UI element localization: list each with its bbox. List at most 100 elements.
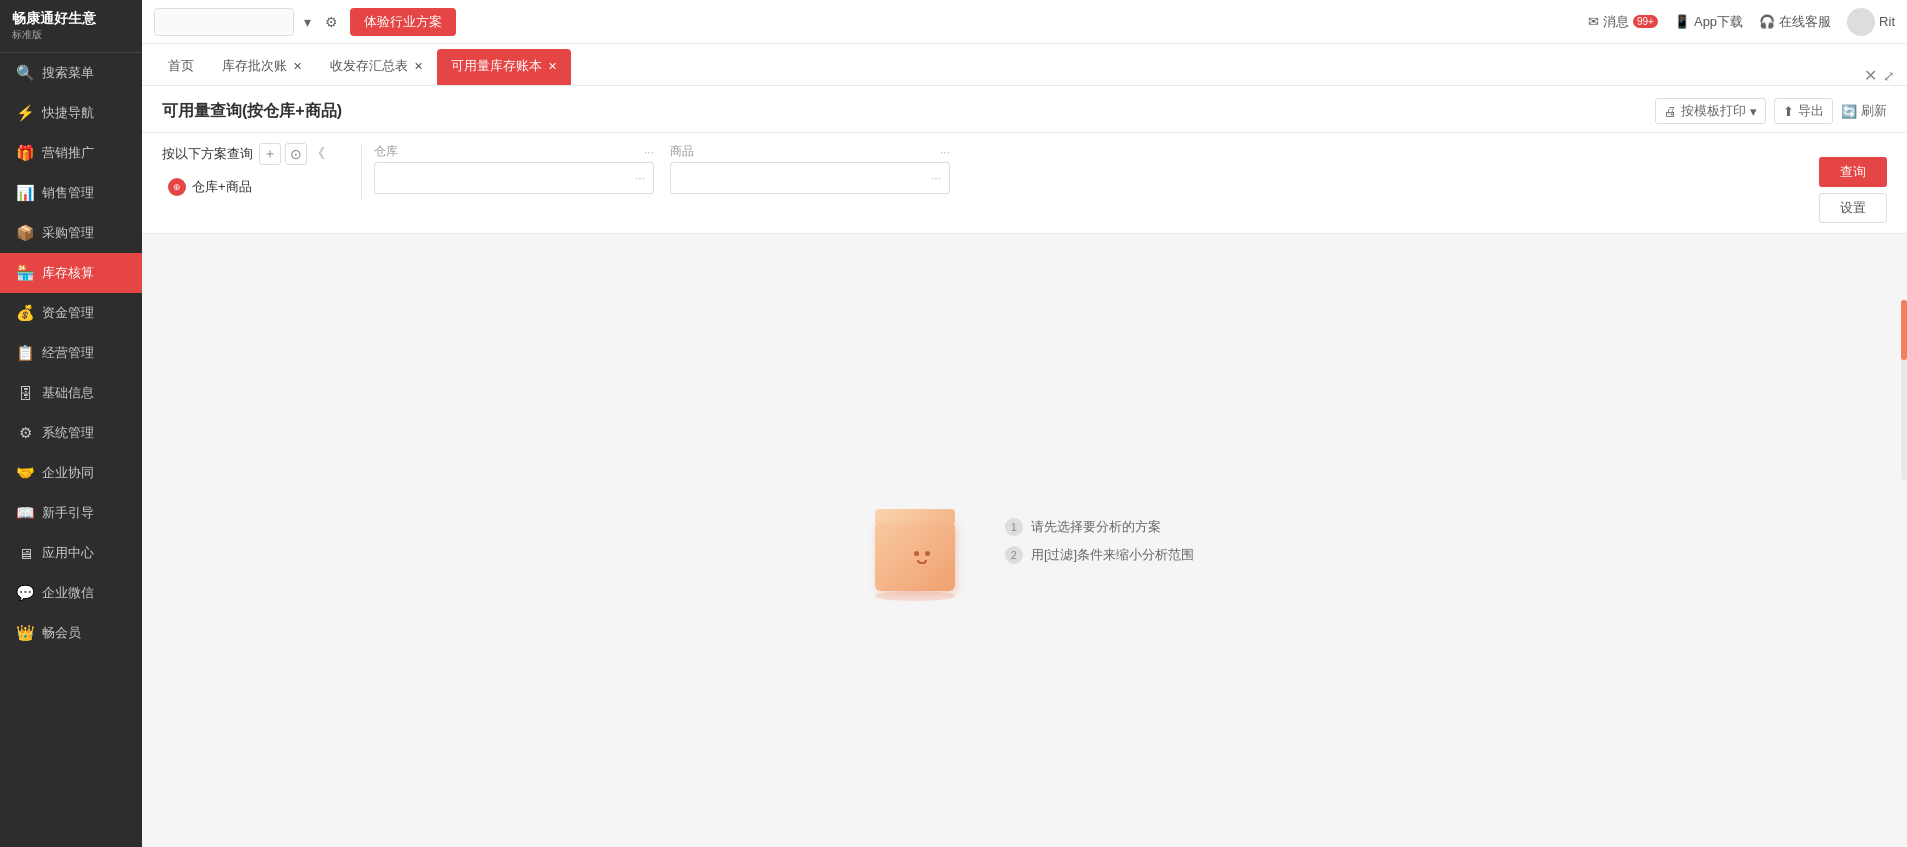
filter-settings-button[interactable]: 设置	[1819, 193, 1887, 223]
export-button[interactable]: ⬆ 导出	[1774, 98, 1833, 124]
sidebar-scroll: 🔍 搜索菜单 ⚡ 快捷导航 🎁 营销推广 📊 销售管理 📦 采购管理 🏪 库存核…	[0, 53, 142, 847]
app-download-button[interactable]: 📱 App下载	[1674, 13, 1743, 31]
chevron-down-icon[interactable]: ▾	[300, 10, 315, 34]
search-input[interactable]	[154, 8, 294, 36]
empty-tip-2-text: 用[过滤]条件来缩小分析范围	[1031, 546, 1194, 564]
empty-tip-1-text: 请先选择要分析的方案	[1031, 518, 1161, 536]
tip-number-2: 2	[1005, 546, 1023, 564]
filter-area: 按以下方案查询 ＋ ⊙ 《 ⊕ 仓库+商品 仓库	[142, 133, 1907, 234]
sidebar-item-label: 基础信息	[42, 384, 94, 402]
warehouse-expand-icon[interactable]: ···	[635, 171, 645, 185]
scheme-item-warehouse-goods[interactable]: ⊕ 仓库+商品	[162, 173, 349, 201]
warehouse-input[interactable]	[383, 171, 635, 186]
messages-badge: 99+	[1633, 15, 1658, 28]
query-button[interactable]: 查询	[1819, 157, 1887, 187]
scheme-settings-button[interactable]: ⊙	[285, 143, 307, 165]
main-area: ▾ ⚙ 体验行业方案 ✉ 消息 99+ 📱 App下载 🎧 在线客服 Rit	[142, 0, 1907, 847]
sidebar-item-label: 采购管理	[42, 224, 94, 242]
user-profile[interactable]: Rit	[1847, 8, 1895, 36]
filter-field-goods: 商品 ··· ···	[670, 143, 950, 194]
tab-summary[interactable]: 收发存汇总表 ✕	[316, 49, 437, 85]
app-download-label: App下载	[1694, 13, 1743, 31]
tab-available-inventory-label: 可用量库存账本	[451, 57, 542, 75]
sidebar-item-operation[interactable]: 📋 经营管理	[0, 333, 142, 373]
purchase-icon: 📦	[16, 224, 34, 242]
add-scheme-button[interactable]: ＋	[259, 143, 281, 165]
wechat-icon: 💬	[16, 584, 34, 602]
sidebar-item-wechat[interactable]: 💬 企业微信	[0, 573, 142, 613]
sidebar-item-quicknav[interactable]: ⚡ 快捷导航	[0, 93, 142, 133]
system-icon: ⚙	[16, 424, 34, 442]
export-icon: ⬆	[1783, 104, 1794, 119]
right-scrollbar-thumb	[1901, 300, 1907, 360]
empty-box-eye-right	[925, 551, 930, 556]
empty-box-face	[908, 547, 936, 569]
messages-button[interactable]: ✉ 消息 99+	[1588, 13, 1658, 31]
filter-scheme-label: 按以下方案查询	[162, 145, 253, 163]
sidebar-item-marketing[interactable]: 🎁 营销推广	[0, 133, 142, 173]
sidebar-item-label: 系统管理	[42, 424, 94, 442]
trial-button[interactable]: 体验行业方案	[350, 8, 456, 36]
empty-shadow	[875, 591, 955, 601]
empty-box	[875, 521, 955, 591]
sales-icon: 📊	[16, 184, 34, 202]
empty-tips: 1 请先选择要分析的方案 2 用[过滤]条件来缩小分析范围	[1005, 518, 1194, 564]
tab-summary-close[interactable]: ✕	[414, 60, 423, 73]
sidebar-item-label: 搜索菜单	[42, 64, 94, 82]
topbar-search-area: ▾ ⚙	[154, 8, 342, 36]
sidebar-item-label: 企业协同	[42, 464, 94, 482]
settings-icon[interactable]: ⚙	[321, 10, 342, 34]
filter-scheme-actions: ＋ ⊙ 《	[259, 143, 325, 165]
empty-tip-2: 2 用[过滤]条件来缩小分析范围	[1005, 546, 1194, 564]
page-content: 可用量查询(按仓库+商品) 🖨 按模板打印 ▾ ⬆ 导出 🔄 刷新	[142, 86, 1907, 847]
export-label: 导出	[1798, 102, 1824, 120]
filter-scheme-header: 按以下方案查询 ＋ ⊙ 《	[162, 143, 349, 165]
marketing-icon: 🎁	[16, 144, 34, 162]
empty-box-mouth	[917, 560, 927, 564]
sidebar-item-base[interactable]: 🗄 基础信息	[0, 373, 142, 413]
warehouse-more-icon[interactable]: ···	[644, 145, 654, 159]
goods-more-icon[interactable]: ···	[940, 145, 950, 159]
sidebar-item-sales[interactable]: 📊 销售管理	[0, 173, 142, 213]
sidebar-item-guide[interactable]: 📖 新手引导	[0, 493, 142, 533]
tab-expand-icon[interactable]: ⤢	[1883, 68, 1895, 84]
sidebar-item-appcenter[interactable]: 🖥 应用中心	[0, 533, 142, 573]
user-name: Rit	[1879, 14, 1895, 29]
sidebar-item-vip[interactable]: 👑 畅会员	[0, 613, 142, 653]
sidebar-item-finance[interactable]: 💰 资金管理	[0, 293, 142, 333]
sidebar-item-label: 企业微信	[42, 584, 94, 602]
tab-batch-account-close[interactable]: ✕	[293, 60, 302, 73]
collapse-icon[interactable]: 《	[311, 145, 325, 163]
tab-home[interactable]: 首页	[154, 49, 208, 85]
goods-input-wrapper: ···	[670, 162, 950, 194]
sidebar-item-search[interactable]: 🔍 搜索菜单	[0, 53, 142, 93]
tab-close-all-icon[interactable]: ✕	[1864, 66, 1877, 85]
filter-field-warehouse: 仓库 ··· ···	[374, 143, 654, 194]
warehouse-input-wrapper: ···	[374, 162, 654, 194]
warehouse-label: 仓库	[374, 143, 398, 160]
sidebar-item-enterprise[interactable]: 🤝 企业协同	[0, 453, 142, 493]
print-chevron-icon: ▾	[1750, 104, 1757, 119]
empty-box-eyes	[914, 551, 930, 556]
tab-batch-account[interactable]: 库存批次账 ✕	[208, 49, 316, 85]
page-title: 可用量查询(按仓库+商品)	[162, 101, 342, 122]
refresh-button[interactable]: 🔄 刷新	[1841, 102, 1887, 120]
goods-expand-icon[interactable]: ···	[931, 171, 941, 185]
tab-available-inventory[interactable]: 可用量库存账本 ✕	[437, 49, 571, 85]
tab-home-label: 首页	[168, 57, 194, 75]
avatar	[1847, 8, 1875, 36]
tab-available-inventory-close[interactable]: ✕	[548, 60, 557, 73]
goods-input[interactable]	[679, 171, 931, 186]
online-service-button[interactable]: 🎧 在线客服	[1759, 13, 1831, 31]
tab-batch-account-label: 库存批次账	[222, 57, 287, 75]
operation-icon: 📋	[16, 344, 34, 362]
enterprise-icon: 🤝	[16, 464, 34, 482]
right-scrollbar[interactable]	[1901, 300, 1907, 480]
sidebar-item-purchase[interactable]: 📦 采购管理	[0, 213, 142, 253]
messages-label: 消息	[1603, 13, 1629, 31]
template-print-button[interactable]: 🖨 按模板打印 ▾	[1655, 98, 1766, 124]
base-icon: 🗄	[16, 385, 34, 402]
sidebar-item-system[interactable]: ⚙ 系统管理	[0, 413, 142, 453]
sidebar-item-inventory[interactable]: 🏪 库存核算	[0, 253, 142, 293]
sidebar-item-label: 新手引导	[42, 504, 94, 522]
